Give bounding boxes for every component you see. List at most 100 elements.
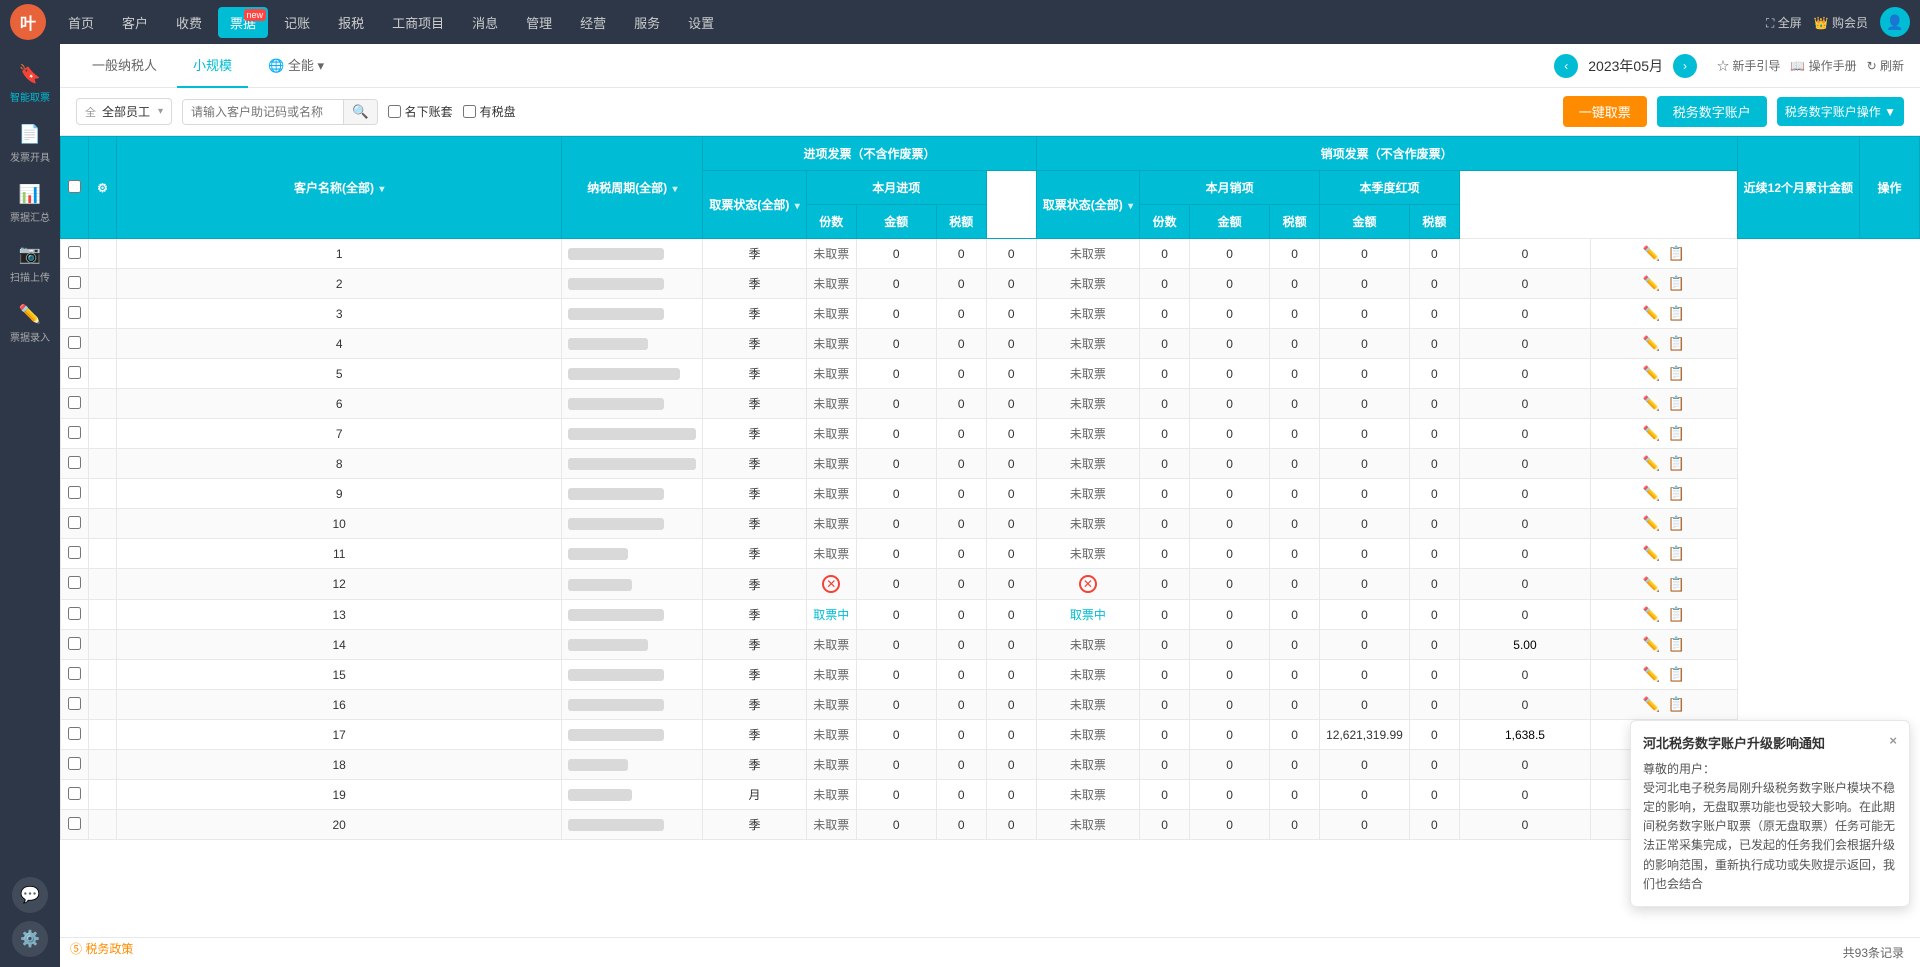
nav-item-客户[interactable]: 客户 bbox=[110, 7, 160, 38]
date-prev-btn[interactable]: ‹ bbox=[1554, 54, 1578, 78]
copy-icon[interactable]: 📋 bbox=[1668, 425, 1685, 441]
copy-icon[interactable]: 📋 bbox=[1668, 485, 1685, 501]
copy-icon[interactable]: 📋 bbox=[1668, 395, 1685, 411]
row-checkbox[interactable] bbox=[68, 306, 81, 319]
edit-icon[interactable]: ✏️ bbox=[1643, 455, 1660, 471]
copy-icon[interactable]: 📋 bbox=[1668, 606, 1685, 622]
select-all-checkbox[interactable] bbox=[68, 180, 81, 193]
edit-icon[interactable]: ✏️ bbox=[1643, 305, 1660, 321]
row-checkbox[interactable] bbox=[68, 757, 81, 770]
copy-icon[interactable]: 📋 bbox=[1668, 696, 1685, 712]
sidebar-message-btn[interactable]: 💬 bbox=[12, 877, 48, 913]
nav-item-服务[interactable]: 服务 bbox=[622, 7, 672, 38]
copy-icon[interactable]: 📋 bbox=[1668, 545, 1685, 561]
nav-item-经营[interactable]: 经营 bbox=[568, 7, 618, 38]
row-checkbox[interactable] bbox=[68, 246, 81, 259]
out-unget-status: 未取票 bbox=[1070, 758, 1106, 772]
edit-icon[interactable]: ✏️ bbox=[1643, 696, 1660, 712]
edit-icon[interactable]: ✏️ bbox=[1643, 636, 1660, 652]
edit-icon[interactable]: ✏️ bbox=[1643, 245, 1660, 261]
guide-btn[interactable]: ☆ 新手引导 bbox=[1717, 57, 1780, 74]
tab-small[interactable]: 小规模 bbox=[177, 44, 248, 88]
nav-item-收费[interactable]: 收费 bbox=[164, 7, 214, 38]
copy-icon[interactable]: 📋 bbox=[1668, 576, 1685, 592]
copy-icon[interactable]: 📋 bbox=[1668, 515, 1685, 531]
edit-icon[interactable]: ✏️ bbox=[1643, 395, 1660, 411]
row-checkbox[interactable] bbox=[68, 637, 81, 650]
copy-icon[interactable]: 📋 bbox=[1668, 636, 1685, 652]
row-checkbox[interactable] bbox=[68, 667, 81, 680]
employee-filter[interactable]: 全 全部员工 ▾ bbox=[76, 98, 172, 125]
copy-icon[interactable]: 📋 bbox=[1668, 666, 1685, 682]
nav-item-首页[interactable]: 首页 bbox=[56, 7, 106, 38]
taxdisk-filter[interactable]: 有税盘 bbox=[463, 103, 516, 120]
row-checkbox[interactable] bbox=[68, 576, 81, 589]
tab-all[interactable]: 🌐 全能 ▾ bbox=[252, 44, 340, 88]
row-checkbox[interactable] bbox=[68, 336, 81, 349]
row-checkbox[interactable] bbox=[68, 546, 81, 559]
nav-item-记账[interactable]: 记账 bbox=[272, 7, 322, 38]
nav-item-工商项目[interactable]: 工商项目 bbox=[380, 7, 456, 38]
myaccount-filter[interactable]: 名下账套 bbox=[388, 103, 453, 120]
search-button[interactable]: 🔍 bbox=[343, 100, 377, 124]
row-checkbox[interactable] bbox=[68, 456, 81, 469]
copy-icon[interactable]: 📋 bbox=[1668, 455, 1685, 471]
taxdisk-checkbox[interactable] bbox=[463, 105, 476, 118]
row-checkbox[interactable] bbox=[68, 486, 81, 499]
sidebar-item-entry[interactable]: ✏️ 票据录入 bbox=[0, 294, 60, 354]
row-checkbox[interactable] bbox=[68, 607, 81, 620]
edit-icon[interactable]: ✏️ bbox=[1643, 606, 1660, 622]
copy-icon[interactable]: 📋 bbox=[1668, 335, 1685, 351]
notif-close-btn[interactable]: × bbox=[1889, 733, 1897, 752]
edit-icon[interactable]: ✏️ bbox=[1643, 365, 1660, 381]
row-checkbox[interactable] bbox=[68, 396, 81, 409]
red-amount: 0 bbox=[1361, 427, 1368, 441]
manual-btn[interactable]: 📖 操作手册 bbox=[1790, 57, 1856, 74]
nav-item-报税[interactable]: 报税 bbox=[326, 7, 376, 38]
vip-btn[interactable]: 👑 购会员 bbox=[1814, 14, 1868, 31]
sidebar-item-scan[interactable]: 📷 扫描上传 bbox=[0, 234, 60, 294]
edit-icon[interactable]: ✏️ bbox=[1643, 576, 1660, 592]
digital-account-btn[interactable]: 税务数字账户 bbox=[1657, 96, 1767, 127]
policy-link[interactable]: ⑤ 税务政策 bbox=[70, 940, 133, 957]
fullscreen-btn[interactable]: ⛶ 全屏 bbox=[1766, 14, 1802, 31]
search-input[interactable] bbox=[183, 101, 343, 123]
row-checkbox[interactable] bbox=[68, 426, 81, 439]
nav-item-消息[interactable]: 消息 bbox=[460, 7, 510, 38]
edit-icon[interactable]: ✏️ bbox=[1643, 545, 1660, 561]
row-checkbox[interactable] bbox=[68, 366, 81, 379]
nav-item-设置[interactable]: 设置 bbox=[676, 7, 726, 38]
copy-icon[interactable]: 📋 bbox=[1668, 365, 1685, 381]
edit-icon[interactable]: ✏️ bbox=[1643, 515, 1660, 531]
tab-general[interactable]: 一般纳税人 bbox=[76, 44, 173, 88]
edit-icon[interactable]: ✏️ bbox=[1643, 485, 1660, 501]
sidebar-item-invoice[interactable]: 📄 发票开具 bbox=[0, 114, 60, 174]
row-checkbox[interactable] bbox=[68, 697, 81, 710]
row-checkbox[interactable] bbox=[68, 516, 81, 529]
th-red: 本季度红项 bbox=[1320, 171, 1460, 205]
quick-ticket-btn[interactable]: 一键取票 bbox=[1563, 96, 1647, 127]
edit-icon[interactable]: ✏️ bbox=[1643, 275, 1660, 291]
date-next-btn[interactable]: › bbox=[1673, 54, 1697, 78]
row-checkbox[interactable] bbox=[68, 727, 81, 740]
copy-icon[interactable]: 📋 bbox=[1668, 305, 1685, 321]
digital-account-dropdown-btn[interactable]: 税务数字账户操作 ▼ bbox=[1777, 97, 1904, 126]
unget-status: 未取票 bbox=[813, 307, 849, 321]
myaccount-checkbox[interactable] bbox=[388, 105, 401, 118]
row-checkbox[interactable] bbox=[68, 787, 81, 800]
sidebar-item-ticket[interactable]: 🔖 智能取票 bbox=[0, 54, 60, 114]
nav-item-管理[interactable]: 管理 bbox=[514, 7, 564, 38]
sidebar-item-summary[interactable]: 📊 票据汇总 bbox=[0, 174, 60, 234]
copy-icon[interactable]: 📋 bbox=[1668, 245, 1685, 261]
user-avatar[interactable]: 👤 bbox=[1880, 7, 1910, 37]
sidebar-settings-btn[interactable]: ⚙️ bbox=[12, 921, 48, 957]
unget-status: 未取票 bbox=[813, 668, 849, 682]
row-checkbox[interactable] bbox=[68, 817, 81, 830]
row-checkbox[interactable] bbox=[68, 276, 81, 289]
edit-icon[interactable]: ✏️ bbox=[1643, 425, 1660, 441]
copy-icon[interactable]: 📋 bbox=[1668, 275, 1685, 291]
edit-icon[interactable]: ✏️ bbox=[1643, 666, 1660, 682]
refresh-btn[interactable]: ↻ 刷新 bbox=[1867, 57, 1904, 74]
nav-item-票据[interactable]: 票据new bbox=[218, 7, 268, 38]
edit-icon[interactable]: ✏️ bbox=[1643, 335, 1660, 351]
